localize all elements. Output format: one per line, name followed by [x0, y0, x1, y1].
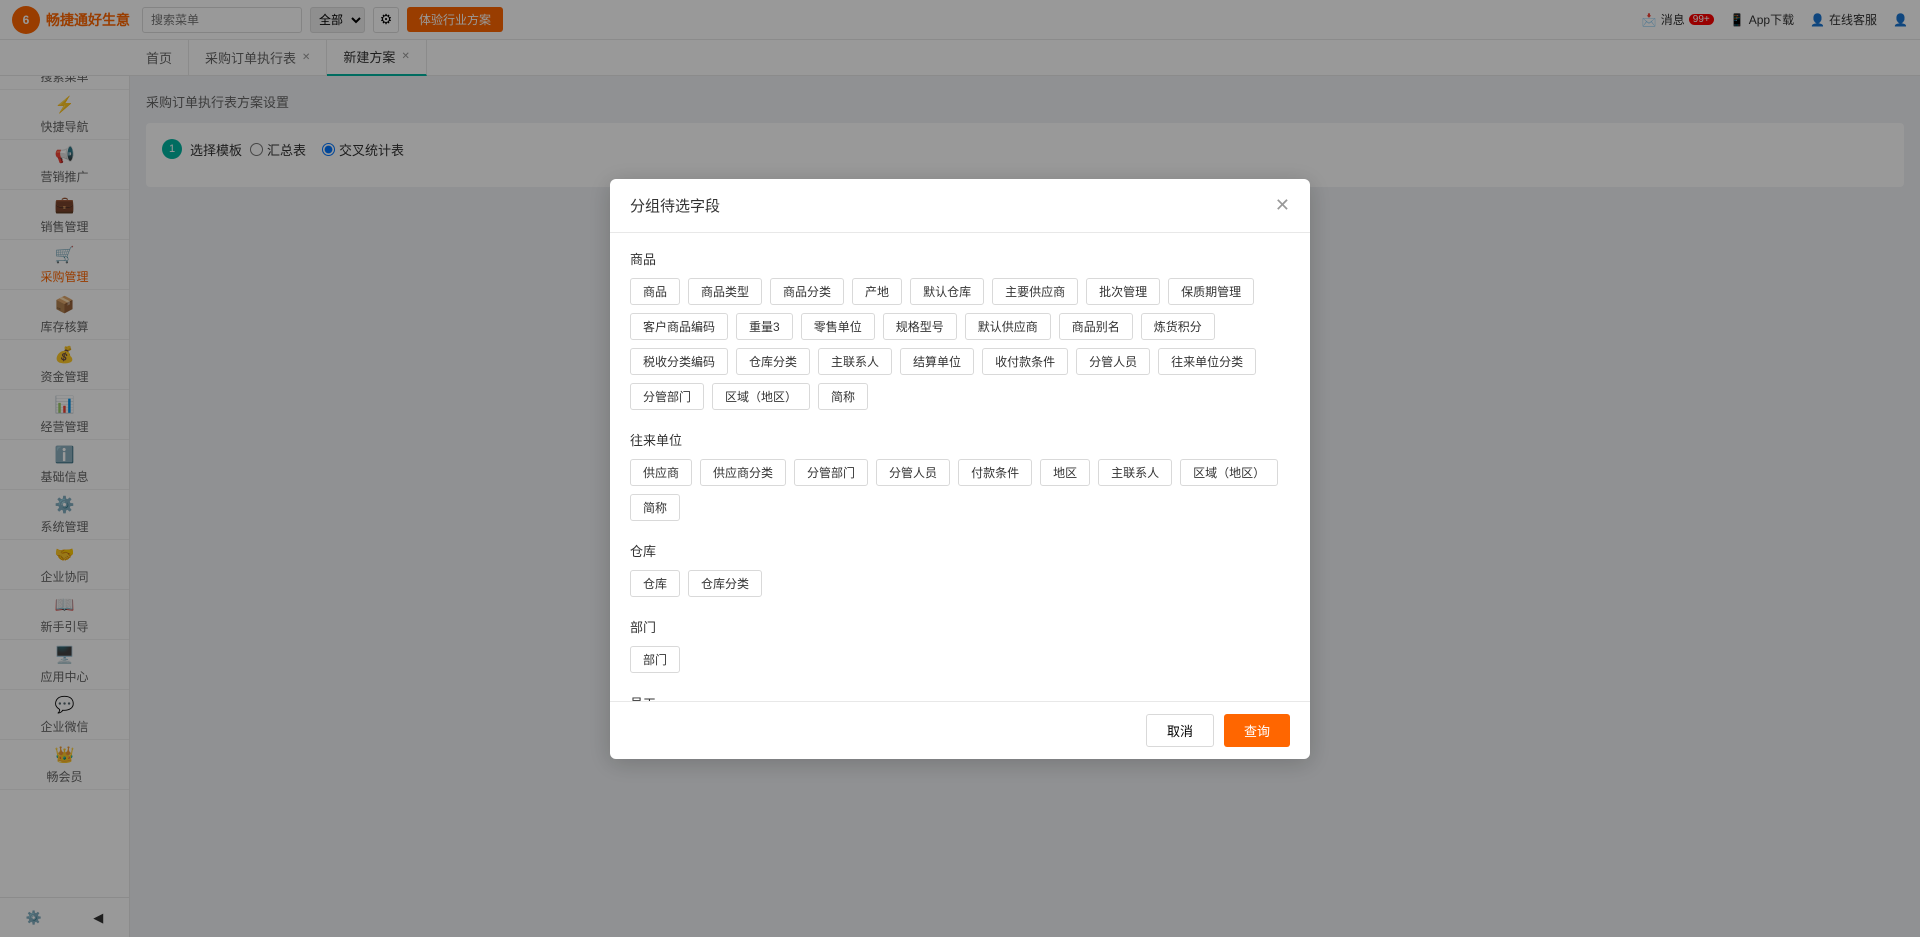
field-tag-tax-code[interactable]: 税收分类编码 [630, 348, 728, 375]
field-tag-points[interactable]: 炼货积分 [1141, 313, 1215, 340]
modal-close-button[interactable]: ✕ [1275, 195, 1290, 216]
field-tag-region-area2[interactable]: 区域（地区） [1180, 459, 1278, 486]
field-tag-short-name[interactable]: 简称 [818, 383, 868, 410]
field-tag-goods-category[interactable]: 商品分类 [770, 278, 844, 305]
modal-header: 分组待选字段 ✕ [610, 179, 1310, 233]
goods-fields: 商品 商品类型 商品分类 产地 默认仓库 主要供应商 批次管理 保质期管理 客户… [630, 278, 1290, 410]
field-tag-weight3[interactable]: 重量3 [736, 313, 793, 340]
field-tag-retail-unit[interactable]: 零售单位 [801, 313, 875, 340]
cancel-button[interactable]: 取消 [1146, 714, 1214, 747]
field-section-warehouse: 仓库 仓库 仓库分类 [630, 541, 1290, 597]
field-section-biz-unit: 往来单位 供应商 供应商分类 分管部门 分管人员 付款条件 地区 主联系人 区域… [630, 430, 1290, 521]
field-tag-supplier[interactable]: 供应商 [630, 459, 692, 486]
biz-unit-fields: 供应商 供应商分类 分管部门 分管人员 付款条件 地区 主联系人 区域（地区） … [630, 459, 1290, 521]
field-tag-batch-mgmt[interactable]: 批次管理 [1086, 278, 1160, 305]
field-tag-origin[interactable]: 产地 [852, 278, 902, 305]
warehouse-fields: 仓库 仓库分类 [630, 570, 1290, 597]
employee-section-title: 员工 [630, 693, 1290, 701]
field-tag-warehouse-cat[interactable]: 仓库分类 [688, 570, 762, 597]
field-tag-region-area[interactable]: 区域（地区） [712, 383, 810, 410]
dept-section-title: 部门 [630, 617, 1290, 636]
field-tag-warehouse[interactable]: 仓库 [630, 570, 680, 597]
field-tag-payment-cond[interactable]: 付款条件 [958, 459, 1032, 486]
field-tag-settlement-unit[interactable]: 结算单位 [900, 348, 974, 375]
field-tag-goods-type[interactable]: 商品类型 [688, 278, 762, 305]
field-tag-manager[interactable]: 分管人员 [1076, 348, 1150, 375]
field-tag-supplier-category[interactable]: 供应商分类 [700, 459, 786, 486]
modal-body: 商品 商品 商品类型 商品分类 产地 默认仓库 主要供应商 批次管理 保质期管理… [610, 233, 1310, 701]
field-tag-default-supplier[interactable]: 默认供应商 [965, 313, 1051, 340]
field-tag-main-contact2[interactable]: 主联系人 [1098, 459, 1172, 486]
field-tag-main-supplier[interactable]: 主要供应商 [992, 278, 1078, 305]
field-tag-goods-item[interactable]: 商品 [630, 278, 680, 305]
field-tag-goods-alias[interactable]: 商品别名 [1059, 313, 1133, 340]
modal-dialog: 分组待选字段 ✕ 商品 商品 商品类型 商品分类 产地 默认仓库 主要供应商 批… [610, 179, 1310, 759]
modal-title: 分组待选字段 [630, 195, 720, 216]
field-tag-payment-terms[interactable]: 收付款条件 [982, 348, 1068, 375]
field-tag-region[interactable]: 地区 [1040, 459, 1090, 486]
field-tag-default-warehouse[interactable]: 默认仓库 [910, 278, 984, 305]
field-tag-dept[interactable]: 部门 [630, 646, 680, 673]
field-tag-dept-managed[interactable]: 分管部门 [630, 383, 704, 410]
field-tag-spec-model[interactable]: 规格型号 [883, 313, 957, 340]
field-section-goods: 商品 商品 商品类型 商品分类 产地 默认仓库 主要供应商 批次管理 保质期管理… [630, 249, 1290, 410]
field-tag-biz-unit-category[interactable]: 往来单位分类 [1158, 348, 1256, 375]
field-tag-warehouse-category[interactable]: 仓库分类 [736, 348, 810, 375]
modal-overlay: 分组待选字段 ✕ 商品 商品 商品类型 商品分类 产地 默认仓库 主要供应商 批… [0, 0, 1920, 937]
field-section-employee: 员工 业务员 [630, 693, 1290, 701]
field-tag-dept-managed2[interactable]: 分管部门 [794, 459, 868, 486]
field-tag-shelf-life[interactable]: 保质期管理 [1168, 278, 1254, 305]
biz-unit-section-title: 往来单位 [630, 430, 1290, 449]
goods-section-title: 商品 [630, 249, 1290, 268]
dept-fields: 部门 [630, 646, 1290, 673]
field-section-dept: 部门 部门 [630, 617, 1290, 673]
modal-footer: 取消 查询 [610, 701, 1310, 759]
field-tag-manager2[interactable]: 分管人员 [876, 459, 950, 486]
field-tag-customer-code[interactable]: 客户商品编码 [630, 313, 728, 340]
field-tag-main-contact[interactable]: 主联系人 [818, 348, 892, 375]
warehouse-section-title: 仓库 [630, 541, 1290, 560]
confirm-button[interactable]: 查询 [1224, 714, 1290, 747]
field-tag-short-name2[interactable]: 简称 [630, 494, 680, 521]
